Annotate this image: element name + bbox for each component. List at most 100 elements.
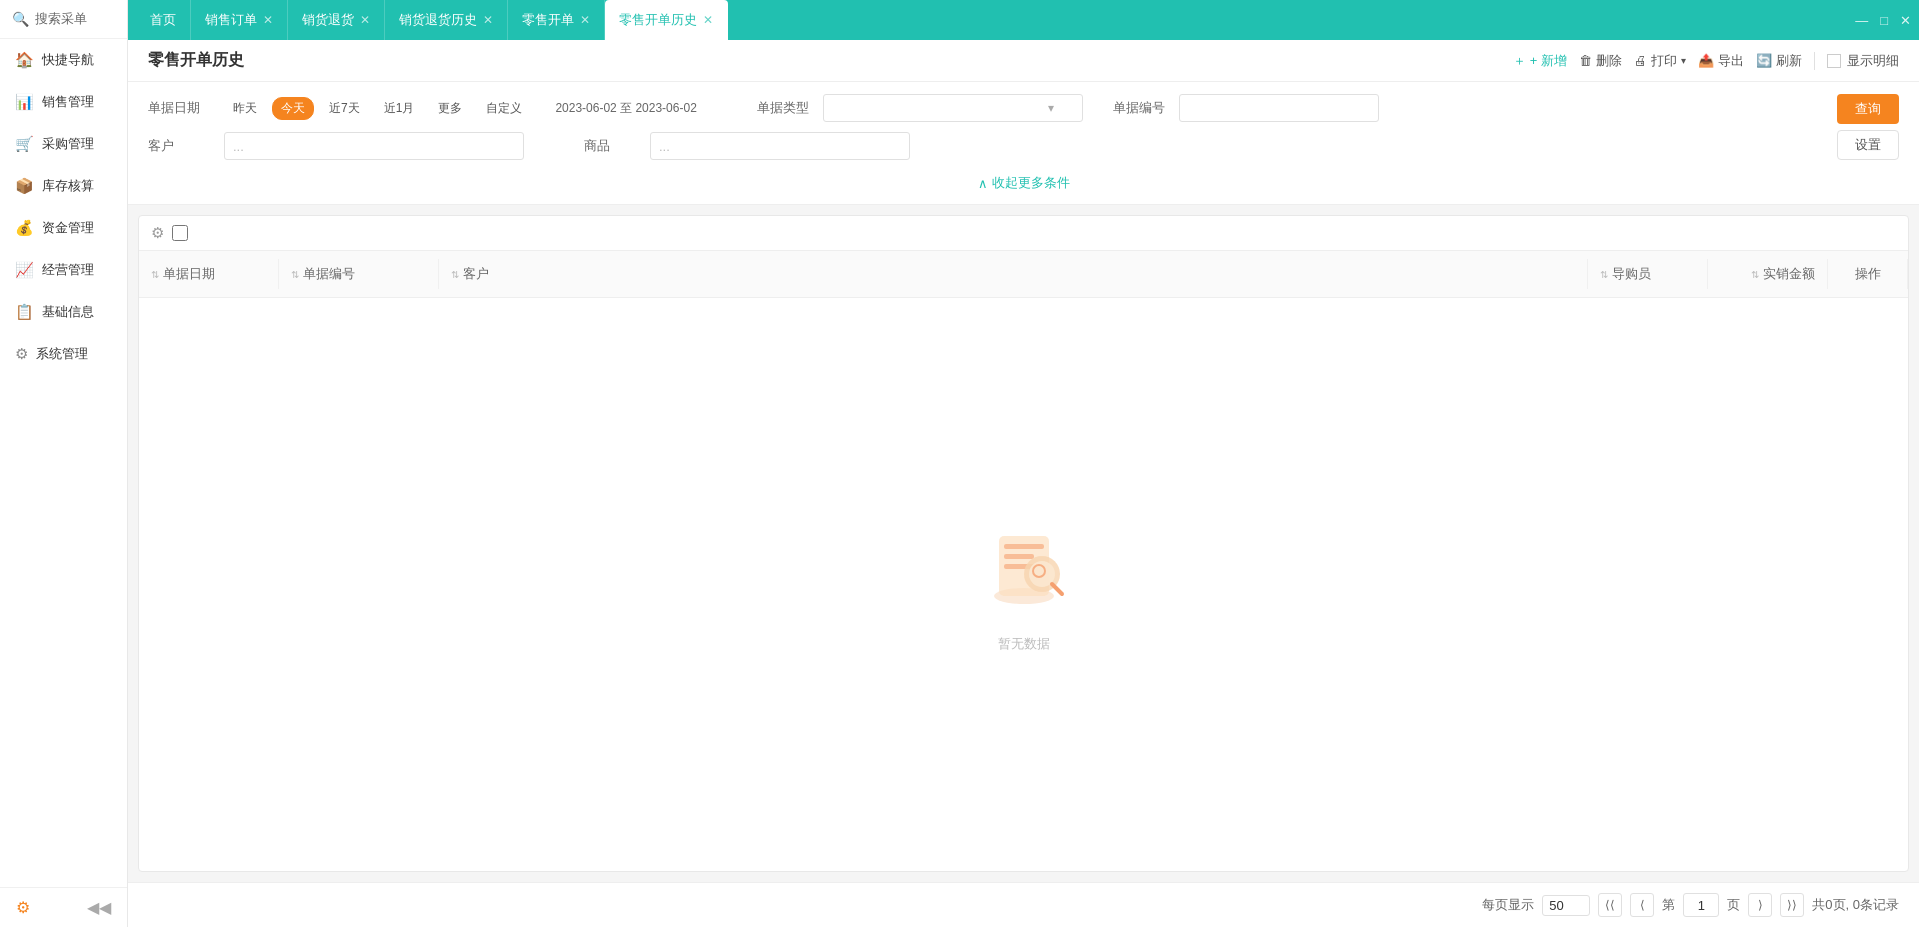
- sidebar-item-quick-nav[interactable]: 🏠 快捷导航: [0, 39, 127, 81]
- date-more[interactable]: 更多: [429, 97, 471, 120]
- sidebar-item-biz-mgmt[interactable]: 📈 经营管理: [0, 249, 127, 291]
- sidebar-search[interactable]: 🔍 搜索采单: [0, 0, 127, 39]
- refresh-button[interactable]: 🔄 刷新: [1756, 52, 1802, 70]
- refresh-label: 刷新: [1776, 52, 1802, 70]
- prev-page-btn[interactable]: ⟨: [1630, 893, 1654, 917]
- table-gear-icon[interactable]: ⚙: [151, 224, 164, 242]
- tab-sales-order-close[interactable]: ✕: [263, 13, 273, 27]
- print-button[interactable]: 🖨 打印 ▾: [1634, 52, 1686, 70]
- tab-sales-order[interactable]: 销售订单 ✕: [191, 0, 288, 40]
- sidebar-item-stock-check[interactable]: 📦 库存核算: [0, 165, 127, 207]
- minimize-btn[interactable]: —: [1855, 13, 1868, 28]
- last-page-btn[interactable]: ⟩⟩: [1780, 893, 1804, 917]
- sidebar-item-label: 销售管理: [42, 93, 94, 111]
- th-amount-label: 实销金额: [1763, 265, 1815, 283]
- settings-icon[interactable]: ⚙: [16, 898, 30, 917]
- show-detail-button[interactable]: 显示明细: [1827, 52, 1899, 70]
- th-num[interactable]: ⇅ 单据编号: [279, 259, 439, 289]
- page-suffix-label: 页: [1727, 896, 1740, 914]
- add-icon: ＋: [1513, 52, 1526, 70]
- sort-icon: ⇅: [291, 269, 299, 280]
- maximize-btn[interactable]: □: [1880, 13, 1888, 28]
- sidebar-search-label: 搜索采单: [35, 10, 87, 28]
- delete-button[interactable]: 🗑 删除: [1579, 52, 1622, 70]
- empty-state: 暂无数据: [139, 298, 1908, 871]
- next-page-btn[interactable]: ⟩: [1748, 893, 1772, 917]
- customer-input[interactable]: ...: [224, 132, 524, 160]
- sidebar-item-basic-info[interactable]: 📋 基础信息: [0, 291, 127, 333]
- goods-input[interactable]: ...: [650, 132, 910, 160]
- close-btn[interactable]: ✕: [1900, 13, 1911, 28]
- num-input[interactable]: [1179, 94, 1379, 122]
- finance-icon: 💰: [15, 219, 34, 237]
- tab-retail-open-close[interactable]: ✕: [580, 13, 590, 27]
- divider: [1814, 52, 1815, 70]
- table-toolbar: ⚙: [139, 216, 1908, 251]
- date-buttons: 昨天 今天 近7天 近1月 更多 自定义: [224, 97, 531, 120]
- collapse-sidebar-icon[interactable]: ◀◀: [87, 898, 111, 917]
- date-custom[interactable]: 自定义: [477, 97, 531, 120]
- date-last1m[interactable]: 近1月: [375, 97, 424, 120]
- page-input[interactable]: [1683, 893, 1719, 917]
- th-guide[interactable]: ⇅ 导购员: [1588, 259, 1708, 289]
- th-op-label: 操作: [1855, 265, 1881, 283]
- settings-button[interactable]: 设置: [1837, 130, 1899, 160]
- date-last7[interactable]: 近7天: [320, 97, 369, 120]
- date-yesterday[interactable]: 昨天: [224, 97, 266, 120]
- show-detail-checkbox[interactable]: [1827, 54, 1841, 68]
- show-detail-label: 显示明细: [1847, 52, 1899, 70]
- filter-collapse[interactable]: ∧ 收起更多条件: [148, 174, 1899, 192]
- home-icon: 🏠: [15, 51, 34, 69]
- type-select[interactable]: ▾: [823, 94, 1083, 122]
- first-page-btn[interactable]: ⟨⟨: [1598, 893, 1622, 917]
- refresh-icon: 🔄: [1756, 53, 1772, 68]
- pagination: 每页显示 50 100 200 ⟨⟨ ⟨ 第 页 ⟩ ⟩⟩ 共0页, 0条记录: [128, 882, 1919, 927]
- tab-retail-open[interactable]: 零售开单 ✕: [508, 0, 605, 40]
- per-page-select[interactable]: 50 100 200: [1542, 895, 1590, 916]
- tab-retail-open-hist[interactable]: 零售开单历史 ✕: [605, 0, 728, 40]
- print-arrow-icon: ▾: [1681, 55, 1686, 66]
- svg-rect-2: [1004, 544, 1044, 549]
- tab-retail-open-hist-close[interactable]: ✕: [703, 13, 713, 27]
- tab-home[interactable]: 首页: [136, 0, 191, 40]
- total-info: 共0页, 0条记录: [1812, 896, 1899, 914]
- tab-sales-return-close[interactable]: ✕: [360, 13, 370, 27]
- tab-sales-return-hist[interactable]: 销货退货历史 ✕: [385, 0, 508, 40]
- customer-placeholder: ...: [233, 139, 244, 154]
- sidebar-bottom: ⚙ ◀◀: [0, 887, 127, 927]
- sidebar-item-label: 基础信息: [42, 303, 94, 321]
- th-date[interactable]: ⇅ 单据日期: [139, 259, 279, 289]
- date-label: 单据日期: [148, 99, 204, 117]
- sales-icon: 📊: [15, 93, 34, 111]
- sort-icon: ⇅: [1600, 269, 1608, 280]
- table-header: ⇅ 单据日期 ⇅ 单据编号 ⇅ 客户 ⇅ 导购员 ⇅ 实销金额 操作: [139, 251, 1908, 298]
- sidebar-item-sales-mgmt[interactable]: 📊 销售管理: [0, 81, 127, 123]
- add-label: + 新增: [1530, 52, 1567, 70]
- num-label: 单据编号: [1113, 99, 1169, 117]
- th-amount[interactable]: ⇅ 实销金额: [1708, 259, 1828, 289]
- export-icon: 📤: [1698, 53, 1714, 68]
- sidebar-item-sys-mgmt[interactable]: ⚙ 系统管理: [0, 333, 127, 375]
- sidebar-item-label: 库存核算: [42, 177, 94, 195]
- add-button[interactable]: ＋ + 新增: [1513, 52, 1567, 70]
- goods-label: 商品: [584, 137, 640, 155]
- sidebar-item-finance-mgmt[interactable]: 💰 资金管理: [0, 207, 127, 249]
- select-all-checkbox[interactable]: [172, 225, 188, 241]
- tab-sales-order-label: 销售订单: [205, 11, 257, 29]
- empty-text: 暂无数据: [998, 635, 1050, 653]
- svg-line-7: [1052, 584, 1062, 594]
- search-icon: 🔍: [12, 11, 29, 27]
- filter-row-customer: 客户 ... 商品 ...: [148, 132, 1817, 160]
- th-customer[interactable]: ⇅ 客户: [439, 259, 1588, 289]
- sidebar-item-purchase-mgmt[interactable]: 🛒 采购管理: [0, 123, 127, 165]
- customer-label: 客户: [148, 137, 204, 155]
- date-today[interactable]: 今天: [272, 97, 314, 120]
- page-prefix-label: 第: [1662, 896, 1675, 914]
- tab-sales-return-hist-close[interactable]: ✕: [483, 13, 493, 27]
- export-button[interactable]: 📤 导出: [1698, 52, 1744, 70]
- tab-sales-return-hist-label: 销货退货历史: [399, 11, 477, 29]
- filter-area: 单据日期 昨天 今天 近7天 近1月 更多 自定义 2023-06-02 至 2…: [128, 82, 1919, 205]
- main-area: 首页 销售订单 ✕ 销货退货 ✕ 销货退货历史 ✕ 零售开单 ✕ 零售开单历史 …: [128, 0, 1919, 927]
- query-button[interactable]: 查询: [1837, 94, 1899, 124]
- tab-sales-return[interactable]: 销货退货 ✕: [288, 0, 385, 40]
